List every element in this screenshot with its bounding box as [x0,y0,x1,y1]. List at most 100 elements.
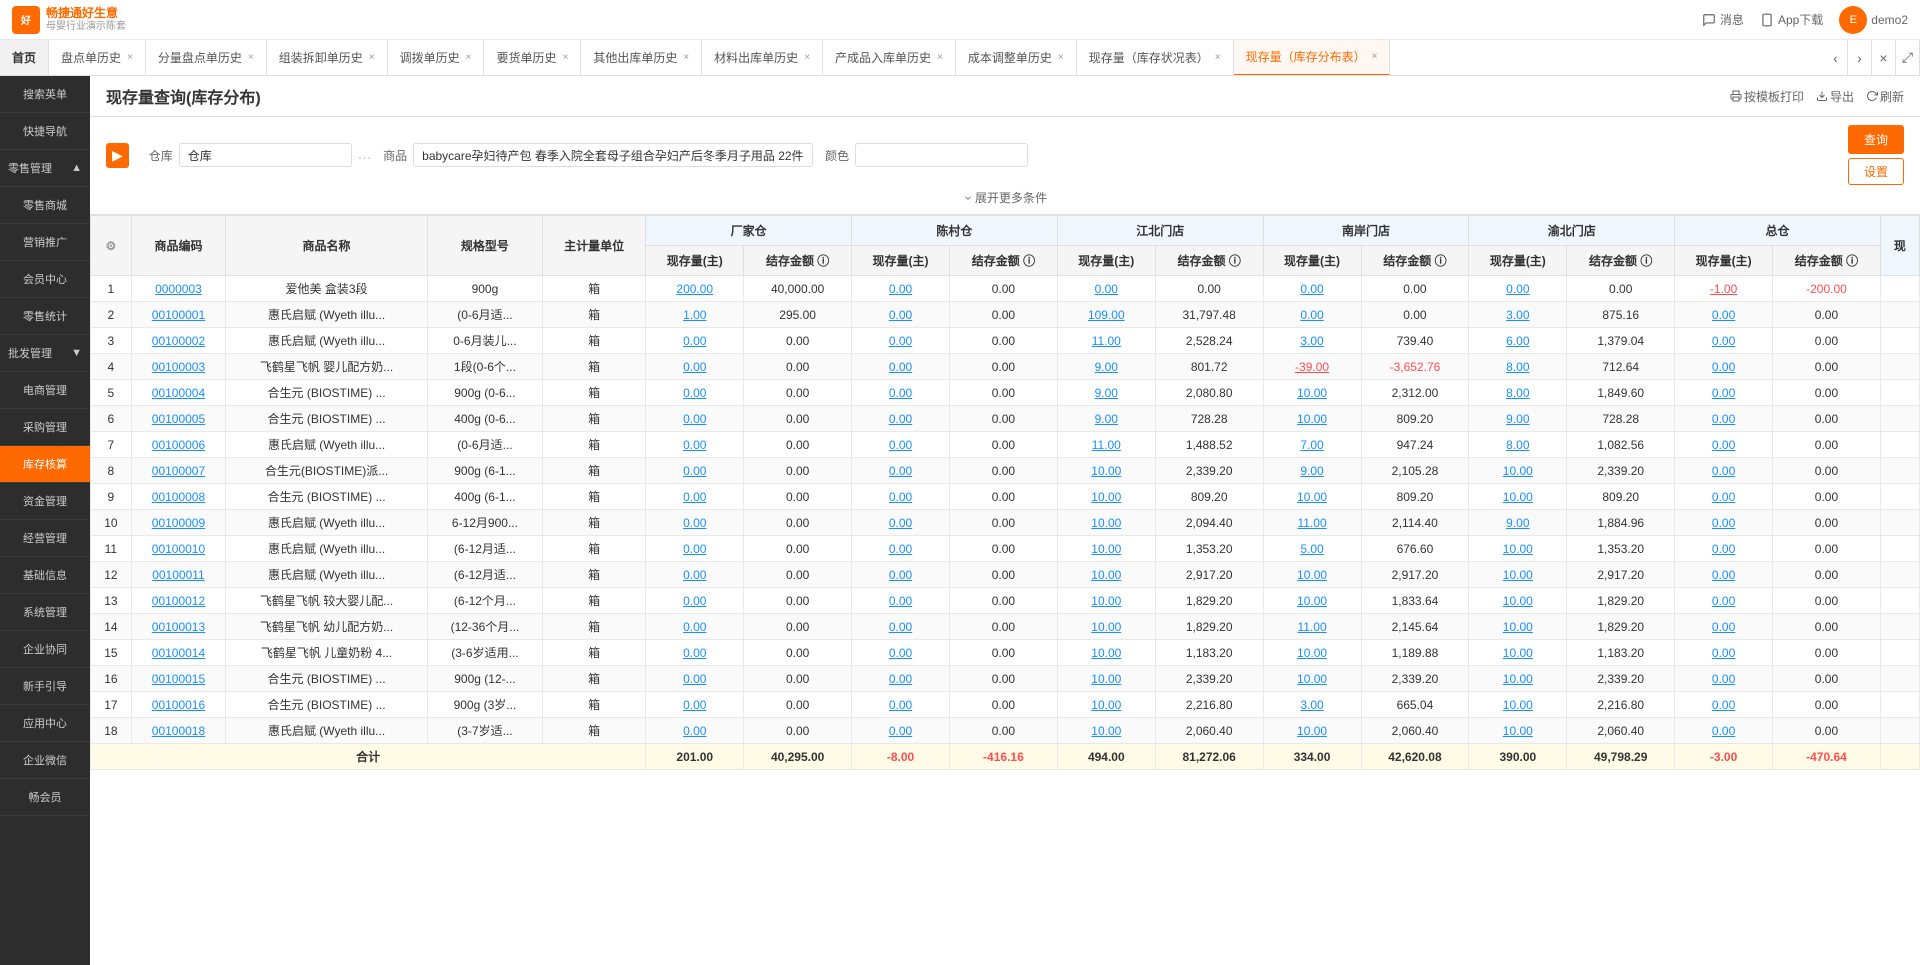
sidebar-item-marketing[interactable]: 营销推广 [0,224,90,261]
sidebar-label-retail-mgmt: 零售管理 [8,160,52,176]
table-row: 1600100015合生元 (BIOSTIME) ...900g (12-...… [91,666,1920,692]
tab-10[interactable]: 现存量（库存分布表）× [1234,40,1391,76]
sidebar-item-basic-info[interactable]: 基础信息 [0,557,90,594]
table-row: 1100100010惠氏启赋 (Wyeth illu...(6-12月适...箱… [91,536,1920,562]
sidebar-item-guide[interactable]: 新手引导 [0,668,90,705]
tab-close-2[interactable]: × [369,52,375,63]
table-row: 1700100016合生元 (BIOSTIME) ...900g (3岁...箱… [91,692,1920,718]
warehouse-label: 仓库 [149,147,173,164]
tab-prev-btn[interactable]: ‹ [1824,40,1848,76]
sidebar-item-inventory[interactable]: 库存核算 [0,446,90,483]
setting-button[interactable]: 设置 [1848,158,1904,185]
tab-4[interactable]: 要货单历史 × [484,40,581,76]
page-title: 现存量查询(库存分布) [106,84,261,108]
sub-chencun-amt: 结存金额 ⓘ [950,246,1058,276]
tab-close-7[interactable]: × [937,52,943,63]
sidebar-item-retail-mgmt[interactable]: 零售管理 ▲ [0,150,90,187]
col-group-chencun: 陈村仓 [852,216,1058,246]
sidebar-item-wholesale[interactable]: 批发管理 ▼ [0,335,90,372]
sidebar-item-purchase[interactable]: 采购管理 [0,409,90,446]
col-spec-header: 规格型号 [427,216,542,276]
tab-9[interactable]: 现存量（库存状况表）× [1077,40,1234,76]
sidebar-item-member2[interactable]: 畅会员 [0,779,90,816]
product-input[interactable] [413,143,813,167]
tab-close-8[interactable]: × [1058,52,1064,63]
table-container[interactable]: ⚙ 商品编码 商品名称 规格型号 主计量单位 厂家仓 陈村仓 江北门店 南岸门店… [90,215,1920,965]
col-settings[interactable]: ⚙ [91,216,132,276]
tab-close-4[interactable]: × [562,52,568,63]
filter-row: ▶ 仓库 ... 商品 颜色 查询 设置 [106,125,1904,185]
sidebar-item-finance[interactable]: 资金管理 [0,483,90,520]
message-btn[interactable]: 消息 [1702,11,1744,28]
tab-next-btn[interactable]: › [1848,40,1872,76]
query-button[interactable]: 查询 [1848,125,1904,154]
tab-5[interactable]: 其他出库单历史 × [581,40,702,76]
header-actions: 按模板打印 导出 刷新 [1730,88,1904,105]
content-area: 现存量查询(库存分布) 按模板打印 导出 刷新 ▶ [90,76,1920,965]
table-row: 1800100018惠氏启赋 (Wyeth illu...(3-7岁适...箱0… [91,718,1920,744]
sidebar-item-retail-stats[interactable]: 零售统计 [0,298,90,335]
export-btn[interactable]: 导出 [1816,88,1854,105]
tab-close-0[interactable]: × [127,52,133,63]
sidebar-item-wechat[interactable]: 企业微信 [0,742,90,779]
tab-close-1[interactable]: × [248,52,254,63]
tab-home[interactable]: 首页 [0,40,49,76]
sidebar-item-app-center[interactable]: 应用中心 [0,705,90,742]
tab-close-10[interactable]: × [1372,51,1378,62]
tab-close-3[interactable]: × [466,52,472,63]
sub-yubei-qty: 现存量(主) [1469,246,1567,276]
filter-expand-btn[interactable]: ▶ [106,143,129,168]
table-row: 700100006惠氏启赋 (Wyeth illu...(0-6月适...箱0.… [91,432,1920,458]
tab-3[interactable]: 调拨单历史 × [388,40,485,76]
sidebar-item-ecommerce[interactable]: 电商管理 [0,372,90,409]
tab-8[interactable]: 成本调整单历史 × [956,40,1077,76]
tab-close-5[interactable]: × [683,52,689,63]
app-download-btn[interactable]: App下载 [1760,11,1823,28]
sidebar-item-system[interactable]: 系统管理 [0,594,90,631]
table-row: 10000003爱他美 盒装3段900g箱200.0040,000.000.00… [91,276,1920,302]
col-unit-header: 主计量单位 [542,216,645,276]
sub-total-amt: 结存金额 ⓘ [1773,246,1881,276]
col-group-yubei: 渝北门店 [1469,216,1675,246]
sidebar-item-search[interactable]: 搜索英单 [0,76,90,113]
sub-nanan-qty: 现存量(主) [1263,246,1361,276]
refresh-btn[interactable]: 刷新 [1866,88,1904,105]
tab-close-all-btn[interactable]: × [1872,40,1896,76]
tab-6[interactable]: 材料出库单历史 × [702,40,823,76]
expand-condition-btn[interactable]: 展开更多条件 [963,189,1047,206]
sub-nanan-amt: 结存金额 ⓘ [1361,246,1469,276]
table-row: 500100004合生元 (BIOSTIME) ...900g (0-6...箱… [91,380,1920,406]
tab-nav-btns: ‹ › × ⤢ [1824,40,1920,76]
sub-factory-qty: 现存量(主) [646,246,744,276]
sub-yubei-amt: 结存金额 ⓘ [1567,246,1675,276]
tab-7[interactable]: 产成品入库单历史 × [823,40,956,76]
tab-close-9[interactable]: × [1215,52,1221,63]
sidebar-item-shortcut[interactable]: 快捷导航 [0,113,90,150]
sidebar-item-operations[interactable]: 经营管理 [0,520,90,557]
data-table: ⚙ 商品编码 商品名称 规格型号 主计量单位 厂家仓 陈村仓 江北门店 南岸门店… [90,215,1920,770]
user-area[interactable]: E demo2 [1839,6,1908,34]
tab-close-6[interactable]: × [804,52,810,63]
tab-expand-btn[interactable]: ⤢ [1896,40,1920,76]
print-btn[interactable]: 按模板打印 [1730,88,1804,105]
sidebar-item-member[interactable]: 会员中心 [0,261,90,298]
message-label: 消息 [1720,11,1744,28]
col-group-factory: 厂家仓 [646,216,852,246]
sidebar-item-enterprise[interactable]: 企业协同 [0,631,90,668]
summary-label: 合计 [91,744,646,770]
warehouse-input[interactable] [179,143,352,167]
tab-2[interactable]: 组装拆卸单历史 × [267,40,388,76]
tab-1[interactable]: 分量盘点单历史 × [146,40,267,76]
summary-row: 合计201.0040,295.00-8.00-416.16494.0081,27… [91,744,1920,770]
sidebar-label-wholesale: 批发管理 [8,345,52,361]
tab-0[interactable]: 盘点单历史 × [49,40,146,76]
warehouse-dots[interactable]: ... [358,146,371,164]
user-name: demo2 [1871,13,1908,27]
table-row: 900100008合生元 (BIOSTIME) ...400g (6-1...箱… [91,484,1920,510]
expand-label: 展开更多条件 [975,189,1047,206]
logo-subtitle: 母婴行业演示陈套 [46,21,126,33]
sub-jiangbei-amt: 结存金额 ⓘ [1155,246,1263,276]
color-input[interactable] [855,143,1028,167]
table-row: 200100001惠氏启赋 (Wyeth illu...(0-6月适...箱1.… [91,302,1920,328]
sidebar-item-retail-shop[interactable]: 零售商城 [0,187,90,224]
